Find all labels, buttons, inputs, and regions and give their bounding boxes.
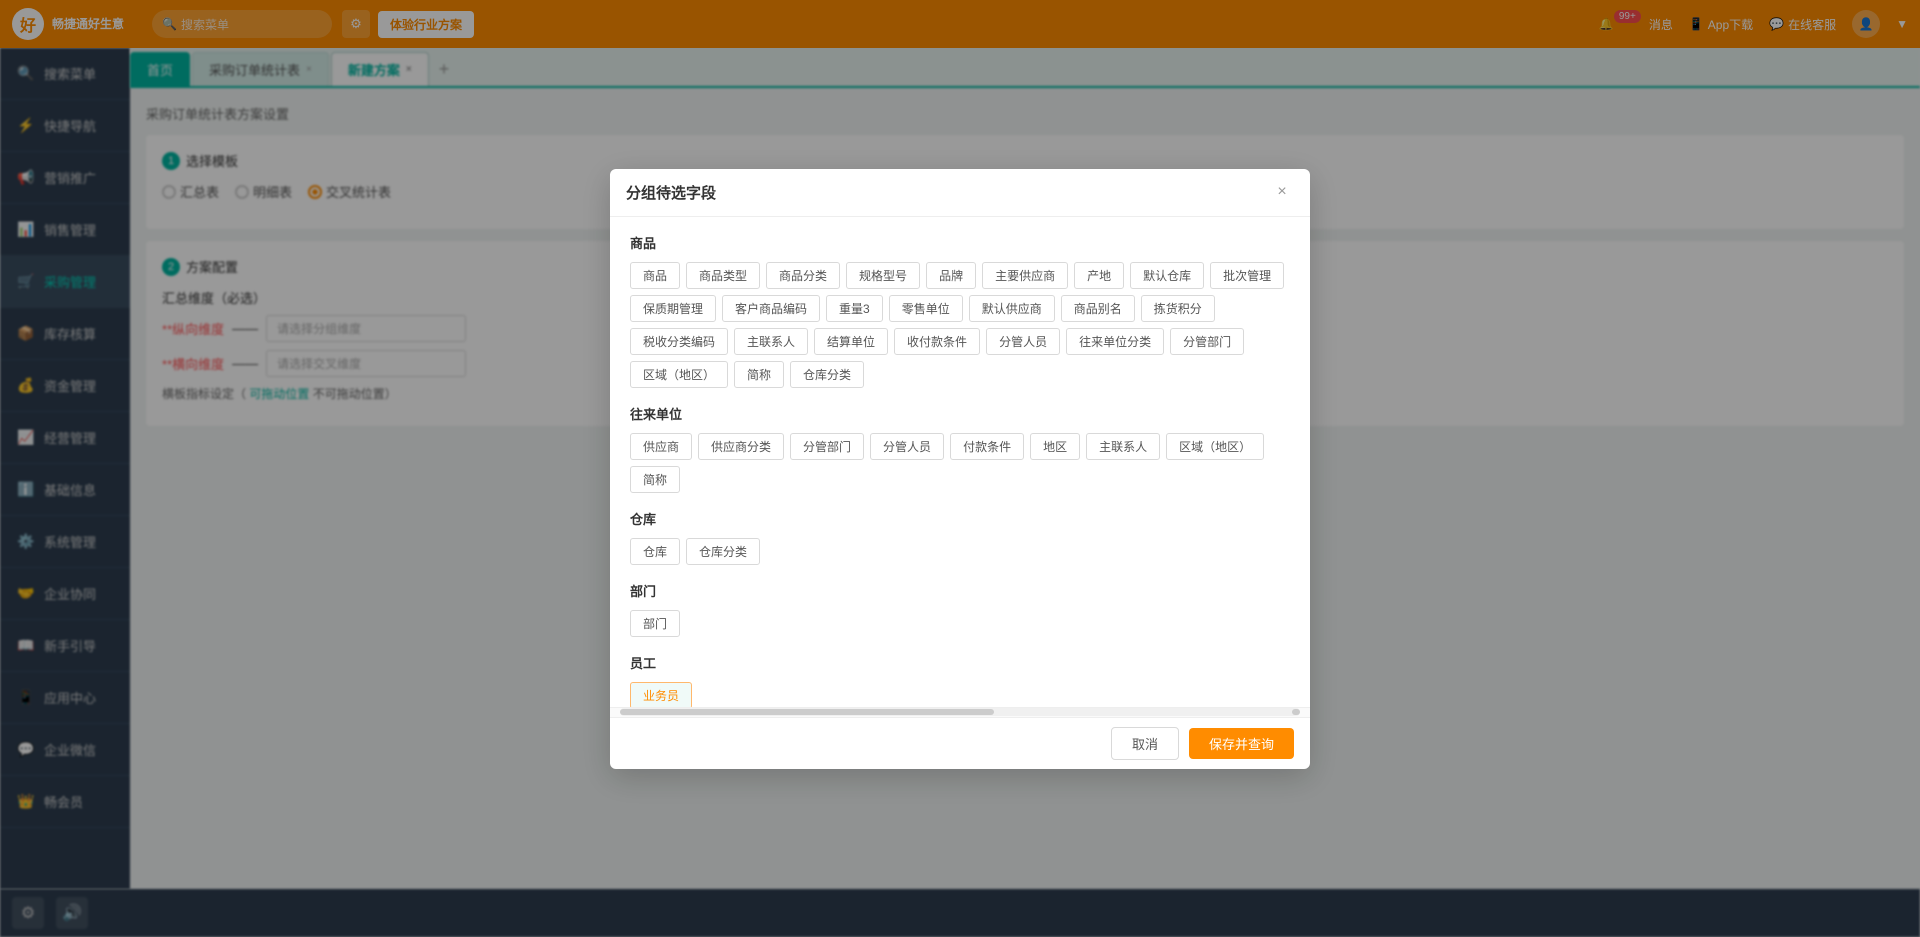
field-tag-wh-category[interactable]: 仓库分类 (686, 538, 760, 565)
field-tag-main-contact[interactable]: 主联系人 (734, 328, 808, 355)
section-title-employee: 员工 (630, 653, 1290, 672)
field-tag-manager[interactable]: 分管人员 (986, 328, 1060, 355)
section-title-product: 商品 (630, 233, 1290, 252)
field-tag-mgmt-dept[interactable]: 分管部门 (1170, 328, 1244, 355)
field-tag-warehouse-category[interactable]: 仓库分类 (790, 361, 864, 388)
section-department: 部门部门 (630, 581, 1290, 637)
field-tag-tax-code[interactable]: 税收分类编码 (630, 328, 728, 355)
field-tag-origin[interactable]: 产地 (1074, 262, 1124, 289)
dialog: 分组待选字段 × 商品商品商品类型商品分类规格型号品牌主要供应商产地默认仓库批次… (610, 169, 1310, 769)
field-tags-employee: 业务员 (630, 682, 1290, 707)
field-tag-partner-short[interactable]: 简称 (630, 466, 680, 493)
field-tag-expiry-mgmt[interactable]: 保质期管理 (630, 295, 716, 322)
field-tag-main-supplier[interactable]: 主要供应商 (982, 262, 1068, 289)
confirm-button[interactable]: 保存并查询 (1189, 728, 1294, 759)
section-title-warehouse: 仓库 (630, 509, 1290, 528)
field-tag-pickup-points[interactable]: 拣货积分 (1141, 295, 1215, 322)
dialog-footer: 取消 保存并查询 (610, 717, 1310, 769)
field-tag-customer-code[interactable]: 客户商品编码 (722, 295, 820, 322)
field-tag-default-supplier[interactable]: 默认供应商 (969, 295, 1055, 322)
field-tag-payment-condition[interactable]: 付款条件 (950, 433, 1024, 460)
section-title-department: 部门 (630, 581, 1290, 600)
field-tag-weight3[interactable]: 重量3 (826, 295, 883, 322)
field-tag-source-unit-category[interactable]: 往来单位分类 (1066, 328, 1164, 355)
horizontal-scrollbar[interactable] (610, 707, 1310, 717)
field-tag-contact[interactable]: 主联系人 (1086, 433, 1160, 460)
field-tag-payment-terms[interactable]: 收付款条件 (894, 328, 980, 355)
field-tags-department: 部门 (630, 610, 1290, 637)
field-tag-short-name[interactable]: 简称 (734, 361, 784, 388)
field-tag-wh[interactable]: 仓库 (630, 538, 680, 565)
field-tag-default-warehouse[interactable]: 默认仓库 (1130, 262, 1204, 289)
field-tag-settlement-unit[interactable]: 结算单位 (814, 328, 888, 355)
dialog-overlay: 分组待选字段 × 商品商品商品类型商品分类规格型号品牌主要供应商产地默认仓库批次… (0, 0, 1920, 937)
field-tag-product-alias[interactable]: 商品别名 (1061, 295, 1135, 322)
field-tag-supplier-category[interactable]: 供应商分类 (698, 433, 784, 460)
section-employee: 员工业务员 (630, 653, 1290, 707)
field-tag-salesperson[interactable]: 业务员 (630, 682, 692, 707)
field-tag-dept[interactable]: 分管部门 (790, 433, 864, 460)
cancel-button[interactable]: 取消 (1111, 727, 1179, 760)
field-tag-brand[interactable]: 品牌 (926, 262, 976, 289)
field-tag-product-type[interactable]: 商品类型 (686, 262, 760, 289)
field-tag-area[interactable]: 地区 (1030, 433, 1080, 460)
field-tags-partner: 供应商供应商分类分管部门分管人员付款条件地区主联系人区域（地区） 简称 (630, 433, 1290, 493)
section-title-partner: 往来单位 (630, 404, 1290, 423)
field-tag-spec-model[interactable]: 规格型号 (846, 262, 920, 289)
field-tag-retail-unit[interactable]: 零售单位 (889, 295, 963, 322)
field-tag-region-area[interactable]: 区域（地区） (630, 361, 728, 388)
field-tag-product[interactable]: 商品 (630, 262, 680, 289)
section-product: 商品商品商品类型商品分类规格型号品牌主要供应商产地默认仓库批次管理保质期管理客户… (630, 233, 1290, 388)
section-warehouse: 仓库仓库仓库分类 (630, 509, 1290, 565)
field-tag-batch-mgmt[interactable]: 批次管理 (1210, 262, 1284, 289)
field-tag-dept-main[interactable]: 部门 (630, 610, 680, 637)
section-partner: 往来单位供应商供应商分类分管部门分管人员付款条件地区主联系人区域（地区） 简称 (630, 404, 1290, 493)
field-tags-product: 商品商品类型商品分类规格型号品牌主要供应商产地默认仓库批次管理保质期管理客户商品… (630, 262, 1290, 388)
field-tag-product-category[interactable]: 商品分类 (766, 262, 840, 289)
field-tag-supplier[interactable]: 供应商 (630, 433, 692, 460)
field-tag-dept-manager[interactable]: 分管人员 (870, 433, 944, 460)
dialog-close-button[interactable]: × (1270, 180, 1294, 204)
field-tag-partner-region[interactable]: 区域（地区） (1166, 433, 1264, 460)
dialog-header: 分组待选字段 × (610, 169, 1310, 217)
field-tags-warehouse: 仓库仓库分类 (630, 538, 1290, 565)
dialog-body: 商品商品商品类型商品分类规格型号品牌主要供应商产地默认仓库批次管理保质期管理客户… (610, 217, 1310, 707)
dialog-title: 分组待选字段 (626, 182, 716, 203)
